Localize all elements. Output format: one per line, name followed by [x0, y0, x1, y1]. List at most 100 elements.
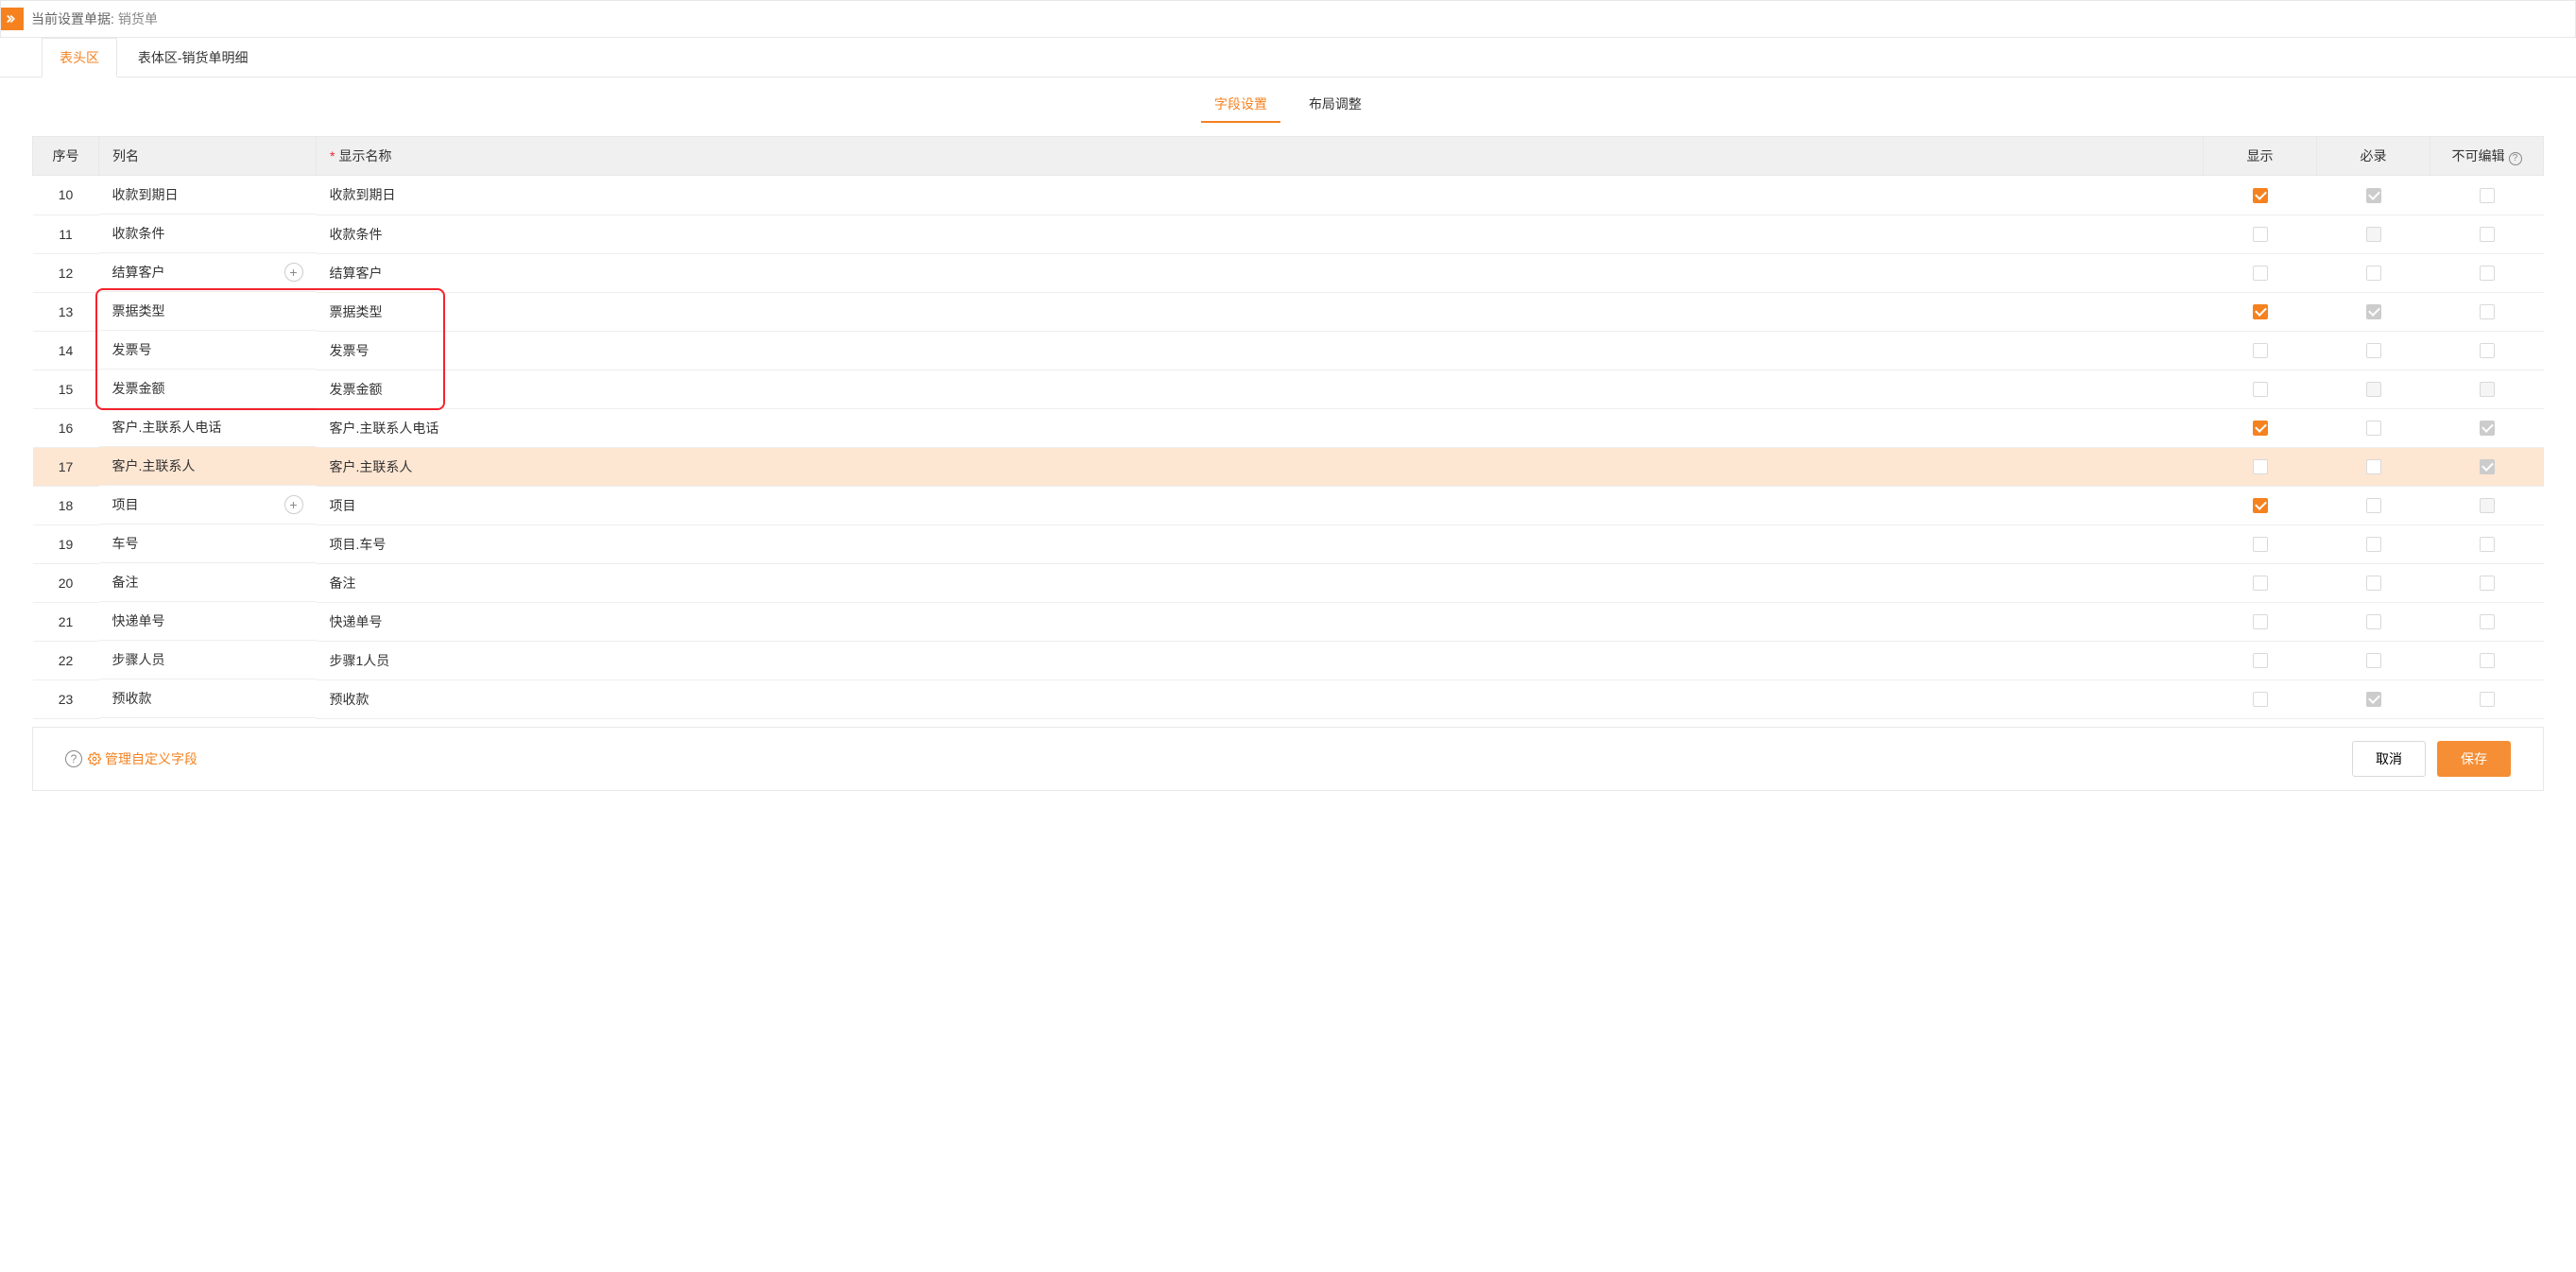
display-name-cell[interactable]: 发票金额	[317, 370, 2204, 408]
header-value: 销货单	[118, 9, 158, 28]
required-checkbox[interactable]	[2366, 421, 2381, 436]
help-icon[interactable]: ?	[65, 750, 82, 767]
noedit-checkbox[interactable]	[2480, 614, 2495, 629]
required-cell	[2317, 370, 2430, 408]
noedit-checkbox	[2480, 421, 2495, 436]
subtab-layout-adjust[interactable]: 布局调整	[1296, 95, 1375, 123]
noedit-cell	[2430, 215, 2544, 253]
required-cell	[2317, 292, 2430, 331]
display-name-cell[interactable]: 预收款	[317, 679, 2204, 718]
display-name-cell[interactable]: 发票号	[317, 331, 2204, 370]
required-checkbox[interactable]	[2366, 498, 2381, 513]
show-checkbox[interactable]	[2253, 304, 2268, 319]
show-checkbox[interactable]	[2253, 498, 2268, 513]
noedit-checkbox[interactable]	[2480, 304, 2495, 319]
table-row: 12结算客户+结算客户	[33, 253, 2544, 292]
manage-custom-fields-link[interactable]: 管理自定义字段	[88, 749, 197, 768]
name-cell: 预收款	[99, 679, 317, 718]
required-checkbox[interactable]	[2366, 537, 2381, 552]
name-cell: 结算客户+	[99, 253, 317, 292]
required-cell	[2317, 253, 2430, 292]
show-checkbox[interactable]	[2253, 692, 2268, 707]
display-name-cell[interactable]: 备注	[317, 563, 2204, 602]
noedit-cell	[2430, 563, 2544, 602]
seq-cell: 15	[33, 370, 99, 408]
name-cell: 项目+	[99, 486, 317, 524]
required-checkbox[interactable]	[2366, 459, 2381, 474]
add-sub-field-button[interactable]: +	[284, 263, 303, 282]
display-name-cell[interactable]: 收款条件	[317, 215, 2204, 253]
show-checkbox[interactable]	[2253, 653, 2268, 668]
save-button[interactable]: 保存	[2437, 741, 2511, 777]
cancel-button[interactable]: 取消	[2352, 741, 2426, 777]
table-row: 16客户.主联系人电话客户.主联系人电话	[33, 408, 2544, 447]
seq-cell: 17	[33, 447, 99, 486]
required-cell	[2317, 602, 2430, 641]
display-name-cell[interactable]: 项目	[317, 486, 2204, 524]
required-cell	[2317, 408, 2430, 447]
noedit-cell	[2430, 679, 2544, 718]
show-checkbox[interactable]	[2253, 537, 2268, 552]
noedit-checkbox[interactable]	[2480, 537, 2495, 552]
tab-body-area[interactable]: 表体区-销货单明细	[121, 39, 266, 77]
display-name-cell[interactable]: 结算客户	[317, 253, 2204, 292]
show-cell	[2204, 292, 2317, 331]
noedit-checkbox[interactable]	[2480, 227, 2495, 242]
display-name-cell[interactable]: 票据类型	[317, 292, 2204, 331]
display-name-cell[interactable]: 快递单号	[317, 602, 2204, 641]
subtab-field-settings[interactable]: 字段设置	[1201, 95, 1280, 123]
noedit-cell	[2430, 486, 2544, 524]
name-cell: 车号	[99, 524, 317, 563]
display-name-cell[interactable]: 收款到期日	[317, 176, 2204, 215]
tab-header-area[interactable]: 表头区	[42, 38, 117, 77]
required-checkbox	[2366, 227, 2381, 242]
required-checkbox[interactable]	[2366, 653, 2381, 668]
show-checkbox[interactable]	[2253, 614, 2268, 629]
noedit-cell	[2430, 447, 2544, 486]
show-checkbox[interactable]	[2253, 421, 2268, 436]
noedit-checkbox[interactable]	[2480, 692, 2495, 707]
collapse-toggle[interactable]	[1, 8, 24, 30]
required-checkbox[interactable]	[2366, 343, 2381, 358]
display-name-cell[interactable]: 项目.车号	[317, 524, 2204, 563]
show-checkbox[interactable]	[2253, 343, 2268, 358]
table-row: 22步骤人员步骤1人员	[33, 641, 2544, 679]
table-row: 13票据类型票据类型	[33, 292, 2544, 331]
required-checkbox[interactable]	[2366, 576, 2381, 591]
show-checkbox[interactable]	[2253, 576, 2268, 591]
header-bar: 当前设置单据: 销货单	[0, 0, 2576, 38]
name-cell: 收款到期日	[99, 176, 317, 215]
noedit-checkbox	[2480, 382, 2495, 397]
required-cell	[2317, 331, 2430, 370]
display-name-cell[interactable]: 客户.主联系人电话	[317, 408, 2204, 447]
show-checkbox[interactable]	[2253, 459, 2268, 474]
table-row: 10收款到期日收款到期日	[33, 176, 2544, 215]
table-row: 20备注备注	[33, 563, 2544, 602]
noedit-cell	[2430, 370, 2544, 408]
header-label: 当前设置单据:	[31, 9, 114, 28]
name-cell: 备注	[99, 563, 317, 602]
display-name-cell[interactable]: 客户.主联系人	[317, 447, 2204, 486]
required-cell	[2317, 641, 2430, 679]
show-checkbox[interactable]	[2253, 266, 2268, 281]
noedit-checkbox[interactable]	[2480, 653, 2495, 668]
required-checkbox[interactable]	[2366, 266, 2381, 281]
name-cell: 客户.主联系人	[99, 447, 317, 486]
noedit-checkbox[interactable]	[2480, 188, 2495, 203]
noedit-cell	[2430, 331, 2544, 370]
show-checkbox[interactable]	[2253, 188, 2268, 203]
show-checkbox[interactable]	[2253, 382, 2268, 397]
add-sub-field-button[interactable]: +	[284, 495, 303, 514]
help-icon[interactable]: ?	[2509, 152, 2522, 165]
required-checkbox	[2366, 382, 2381, 397]
show-checkbox[interactable]	[2253, 227, 2268, 242]
display-name-cell[interactable]: 步骤1人员	[317, 641, 2204, 679]
noedit-cell	[2430, 253, 2544, 292]
required-checkbox	[2366, 304, 2381, 319]
required-checkbox	[2366, 188, 2381, 203]
noedit-checkbox[interactable]	[2480, 266, 2495, 281]
required-checkbox[interactable]	[2366, 614, 2381, 629]
table-row: 19车号项目.车号	[33, 524, 2544, 563]
noedit-checkbox[interactable]	[2480, 343, 2495, 358]
noedit-checkbox[interactable]	[2480, 576, 2495, 591]
